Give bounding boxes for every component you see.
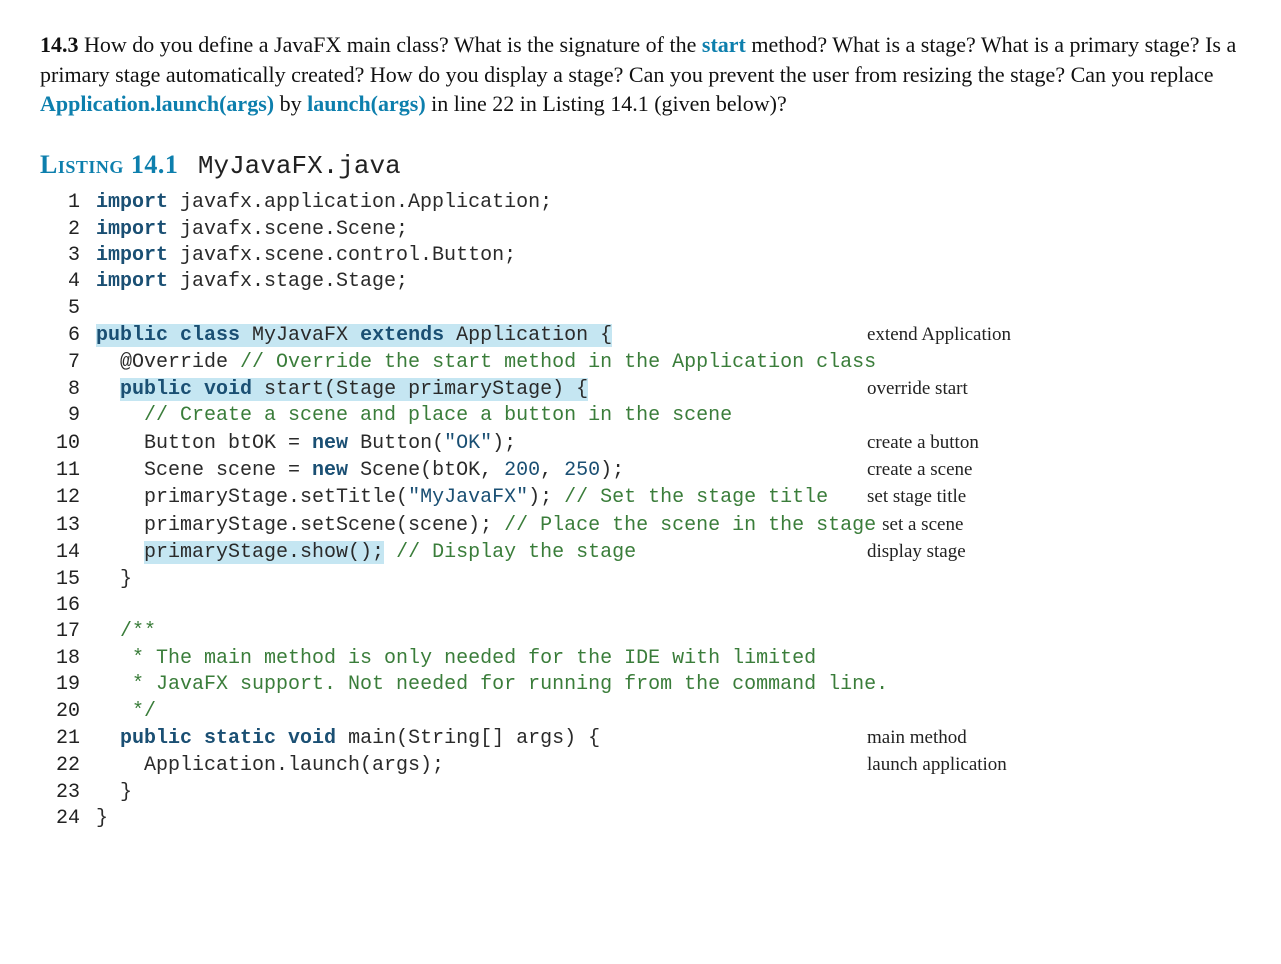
code-content: public class MyJavaFX extends Applicatio… <box>96 323 861 349</box>
line-number: 1 <box>40 190 96 216</box>
code-line: 17 /** <box>40 619 1241 645</box>
code-annotation: extend Application <box>861 322 1241 347</box>
code-content: import javafx.scene.Scene; <box>96 217 861 243</box>
code-content: public void start(Stage primaryStage) { <box>96 377 861 403</box>
question-text: 14.3 How do you define a JavaFX main cla… <box>40 30 1241 119</box>
code-annotation: create a scene <box>861 457 1241 482</box>
question-kw-start: start <box>702 32 746 57</box>
code-line: 14 primaryStage.show(); // Display the s… <box>40 539 1241 566</box>
line-number: 23 <box>40 780 96 806</box>
code-annotation: main method <box>861 725 1241 750</box>
code-line: 5 <box>40 296 1241 322</box>
code-content: Button btOK = new Button("OK"); <box>96 431 861 457</box>
code-line: 10 Button btOK = new Button("OK");create… <box>40 430 1241 457</box>
line-number: 8 <box>40 377 96 403</box>
line-number: 6 <box>40 323 96 349</box>
question-number: 14.3 <box>40 32 79 57</box>
line-number: 11 <box>40 458 96 484</box>
code-line: 22 Application.launch(args);launch appli… <box>40 752 1241 779</box>
code-line: 2import javafx.scene.Scene; <box>40 217 1241 243</box>
listing-filename: MyJavaFX.java <box>198 151 401 181</box>
code-line: 20 */ <box>40 699 1241 725</box>
code-content: /** <box>96 619 861 645</box>
listing-label: Listing 14.1 <box>40 150 178 179</box>
line-number: 10 <box>40 431 96 457</box>
code-line: 9 // Create a scene and place a button i… <box>40 403 1241 429</box>
code-content: */ <box>96 699 861 725</box>
question-part-4: by <box>274 91 307 116</box>
line-number: 16 <box>40 593 96 619</box>
line-number: 17 <box>40 619 96 645</box>
code-line: 11 Scene scene = new Scene(btOK, 200, 25… <box>40 457 1241 484</box>
listing-header: Listing 14.1 MyJavaFX.java <box>40 147 1241 184</box>
code-content: } <box>96 780 861 806</box>
line-number: 21 <box>40 726 96 752</box>
code-line: 3import javafx.scene.control.Button; <box>40 243 1241 269</box>
code-line: 7 @Override // Override the start method… <box>40 350 1241 376</box>
code-line: 18 * The main method is only needed for … <box>40 646 1241 672</box>
line-number: 2 <box>40 217 96 243</box>
line-number: 4 <box>40 269 96 295</box>
code-listing: 1import javafx.application.Application;2… <box>40 190 1241 832</box>
line-number: 14 <box>40 540 96 566</box>
line-number: 5 <box>40 296 96 322</box>
code-line: 19 * JavaFX support. Not needed for runn… <box>40 672 1241 698</box>
code-content: } <box>96 806 861 832</box>
line-number: 20 <box>40 699 96 725</box>
line-number: 24 <box>40 806 96 832</box>
code-content <box>96 593 861 619</box>
code-annotation: override start <box>861 376 1241 401</box>
line-number: 12 <box>40 485 96 511</box>
code-annotation: launch application <box>861 752 1241 777</box>
code-annotation: set a scene <box>876 512 1241 537</box>
code-line: 1import javafx.application.Application; <box>40 190 1241 216</box>
code-line: 8 public void start(Stage primaryStage) … <box>40 376 1241 403</box>
code-content: } <box>96 567 861 593</box>
question-part-0: How do you define a JavaFX main class? W… <box>79 32 702 57</box>
question-kw-launch-short: launch(args) <box>307 91 426 116</box>
line-number: 22 <box>40 753 96 779</box>
line-number: 15 <box>40 567 96 593</box>
code-annotation: display stage <box>861 539 1241 564</box>
code-line: 15 } <box>40 567 1241 593</box>
code-content: @Override // Override the start method i… <box>96 350 876 376</box>
question-part-6: in line 22 in Listing 14.1 (given below)… <box>426 91 787 116</box>
code-line: 16 <box>40 593 1241 619</box>
code-content: * The main method is only needed for the… <box>96 646 861 672</box>
code-line: 12 primaryStage.setTitle("MyJavaFX"); //… <box>40 484 1241 511</box>
code-content: import javafx.application.Application; <box>96 190 861 216</box>
line-number: 13 <box>40 513 96 539</box>
code-content: // Create a scene and place a button in … <box>96 403 861 429</box>
code-annotation: set stage title <box>861 484 1241 509</box>
code-line: 13 primaryStage.setScene(scene); // Plac… <box>40 512 1241 539</box>
line-number: 3 <box>40 243 96 269</box>
line-number: 9 <box>40 403 96 429</box>
code-content: * JavaFX support. Not needed for running… <box>96 672 888 698</box>
code-content: public static void main(String[] args) { <box>96 726 861 752</box>
line-number: 18 <box>40 646 96 672</box>
code-content: import javafx.stage.Stage; <box>96 269 861 295</box>
code-annotation: create a button <box>861 430 1241 455</box>
code-content: import javafx.scene.control.Button; <box>96 243 861 269</box>
code-line: 21 public static void main(String[] args… <box>40 725 1241 752</box>
code-content: Application.launch(args); <box>96 753 861 779</box>
code-content: primaryStage.setScene(scene); // Place t… <box>96 513 876 539</box>
code-line: 6public class MyJavaFX extends Applicati… <box>40 322 1241 349</box>
line-number: 7 <box>40 350 96 376</box>
code-content: primaryStage.show(); // Display the stag… <box>96 540 861 566</box>
code-line: 23 } <box>40 780 1241 806</box>
question-kw-launch-full: Application.launch(args) <box>40 91 274 116</box>
code-content: Scene scene = new Scene(btOK, 200, 250); <box>96 458 861 484</box>
code-line: 24} <box>40 806 1241 832</box>
line-number: 19 <box>40 672 96 698</box>
code-content: primaryStage.setTitle("MyJavaFX"); // Se… <box>96 485 861 511</box>
code-line: 4import javafx.stage.Stage; <box>40 269 1241 295</box>
